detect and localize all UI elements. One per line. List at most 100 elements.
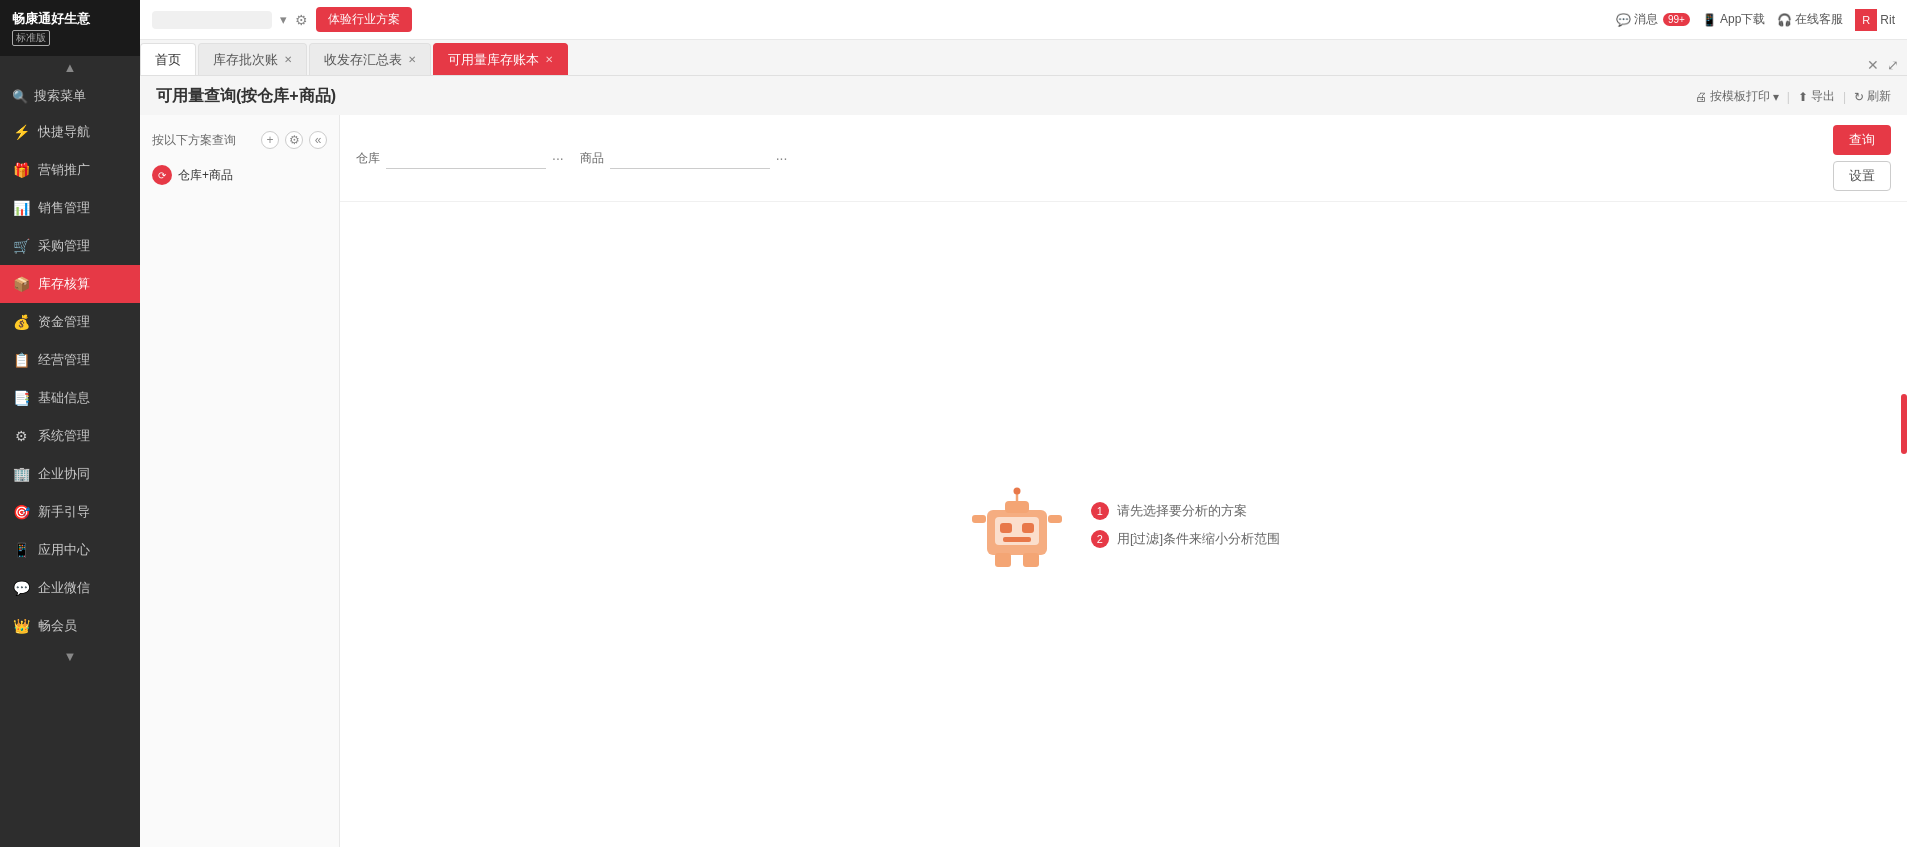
basic-icon: 📑 [12,389,30,407]
product-field: 商品 ··· [580,148,788,169]
empty-state: 1 请先选择要分析的方案 2 用[过滤]条件来缩小分析范围 [340,202,1907,847]
settings-scheme-button[interactable]: ⚙ [285,131,303,149]
sidebar-item-inventory[interactable]: 📦 库存核算 [0,265,140,303]
refresh-icon: ↻ [1854,90,1864,104]
export-button[interactable]: ⬆ 导出 [1798,88,1835,105]
warehouse-input[interactable] [386,148,546,169]
settings-button[interactable]: 设置 [1833,161,1891,191]
sidebar-item-label: 基础信息 [38,389,90,407]
page-title: 可用量查询(按仓库+商品) [156,86,336,107]
tab-batch-ledger-close[interactable]: ✕ [284,54,292,65]
app-download-button[interactable]: 📱 App下载 [1702,11,1765,28]
scheme-warehouse-product[interactable]: ⟳ 仓库+商品 [140,157,339,193]
svg-rect-9 [1023,553,1039,567]
sidebar-item-operations[interactable]: 📋 经营管理 [0,341,140,379]
scheme-icon: ⟳ [152,165,172,185]
warehouse-label: 仓库 [356,150,380,167]
export-label: 导出 [1811,88,1835,105]
tab-home-label: 首页 [155,51,181,69]
gear-icon[interactable]: ⚙ [295,12,308,28]
sidebar-item-wechat[interactable]: 💬 企业微信 [0,569,140,607]
collapse-scheme-button[interactable]: « [309,131,327,149]
sidebar-item-label: 采购管理 [38,237,90,255]
separator-2: | [1843,90,1846,104]
sidebar: 畅康通好生意 标准版 ▲ 🔍 搜索菜单 ⚡ 快捷导航 🎁 营销推广 📊 销售管理… [0,0,140,847]
sidebar-item-system[interactable]: ⚙ 系统管理 [0,417,140,455]
tab-inventory-summary[interactable]: 收发存汇总表 ✕ [309,43,431,75]
tab-inventory-summary-close[interactable]: ✕ [408,54,416,65]
tab-batch-ledger[interactable]: 库存批次账 ✕ [198,43,307,75]
add-scheme-button[interactable]: + [261,131,279,149]
tab-available-ledger[interactable]: 可用量库存账本 ✕ [433,43,568,75]
sidebar-item-purchase[interactable]: 🛒 采购管理 [0,227,140,265]
sidebar-item-sales[interactable]: 📊 销售管理 [0,189,140,227]
export-icon: ⬆ [1798,90,1808,104]
sidebar-scroll-up[interactable]: ▲ [0,56,140,79]
sidebar-item-finance[interactable]: 💰 资金管理 [0,303,140,341]
svg-rect-8 [995,553,1011,567]
enterprise-icon: 🏢 [12,465,30,483]
industry-solution-button[interactable]: 体验行业方案 [316,7,412,32]
sidebar-item-enterprise[interactable]: 🏢 企业协同 [0,455,140,493]
robot-svg [967,475,1067,575]
warehouse-more-icon[interactable]: ··· [552,150,564,166]
sidebar-item-search[interactable]: 🔍 搜索菜单 [0,79,140,113]
sidebar-item-newbie[interactable]: 🎯 新手引导 [0,493,140,531]
edition-badge: 标准版 [12,30,50,46]
wechat-icon: 💬 [12,579,30,597]
empty-illustration [967,475,1067,575]
svg-rect-11 [1048,515,1062,523]
app-name: 畅康通好生意 [12,10,128,28]
svg-rect-2 [1000,523,1012,533]
filter-actions: 查询 设置 [1833,125,1891,191]
sidebar-item-label: 新手引导 [38,503,90,521]
sales-icon: 📊 [12,199,30,217]
tip-num-1: 1 [1091,502,1109,520]
marketing-icon: 🎁 [12,161,30,179]
product-input[interactable] [610,148,770,169]
user-profile-button[interactable]: R Rit [1855,9,1895,31]
breadcrumb-input[interactable] [152,11,272,29]
empty-tip-2: 2 用[过滤]条件来缩小分析范围 [1091,530,1280,548]
sidebar-item-basic[interactable]: 📑 基础信息 [0,379,140,417]
sidebar-search-label: 搜索菜单 [34,87,86,105]
sidebar-item-quick-nav[interactable]: ⚡ 快捷导航 [0,113,140,151]
sidebar-item-apps[interactable]: 📱 应用中心 [0,531,140,569]
messages-button[interactable]: 💬 消息 99+ [1616,11,1690,28]
online-service-button[interactable]: 🎧 在线客服 [1777,11,1843,28]
print-chevron-icon[interactable]: ▾ [1773,90,1779,104]
empty-tips: 1 请先选择要分析的方案 2 用[过滤]条件来缩小分析范围 [1091,502,1280,548]
separator-1: | [1787,90,1790,104]
sidebar-scroll-down[interactable]: ▼ [0,645,140,668]
sidebar-item-label: 经营管理 [38,351,90,369]
print-template-button[interactable]: 🖨 按模板打印 ▾ [1695,88,1779,105]
side-scrollbar[interactable] [1901,394,1907,454]
user-name: Rit [1880,13,1895,27]
content-area: 按以下方案查询 + ⚙ « ⟳ 仓库+商品 仓库 ··· [140,115,1907,847]
main-area: ▾ ⚙ 体验行业方案 💬 消息 99+ 📱 App下载 🎧 在线客服 R Rit [140,0,1907,847]
sidebar-item-label: 资金管理 [38,313,90,331]
sidebar-item-member[interactable]: 👑 畅会员 [0,607,140,645]
filter-title-actions: + ⚙ « [261,131,327,149]
sidebar-item-label: 畅会员 [38,617,77,635]
sidebar-item-label: 库存核算 [38,275,90,293]
tab-home[interactable]: 首页 [140,43,196,75]
quick-nav-icon: ⚡ [12,123,30,141]
chevron-down-icon[interactable]: ▾ [280,12,287,27]
topbar: ▾ ⚙ 体验行业方案 💬 消息 99+ 📱 App下载 🎧 在线客服 R Rit [140,0,1907,40]
search-icon: 🔍 [12,89,28,104]
sidebar-item-marketing[interactable]: 🎁 营销推广 [0,151,140,189]
refresh-button[interactable]: ↻ 刷新 [1854,88,1891,105]
newbie-icon: 🎯 [12,503,30,521]
close-tab-button[interactable]: ✕ [1867,57,1879,73]
maximize-button[interactable]: ⤢ [1887,57,1899,73]
topbar-right: 💬 消息 99+ 📱 App下载 🎧 在线客服 R Rit [1616,9,1895,31]
product-more-icon[interactable]: ··· [776,150,788,166]
system-icon: ⚙ [12,427,30,445]
query-button[interactable]: 查询 [1833,125,1891,155]
tab-available-ledger-close[interactable]: ✕ [545,54,553,65]
app-download-label: App下载 [1720,11,1765,28]
scheme-label: 仓库+商品 [178,167,233,184]
operations-icon: 📋 [12,351,30,369]
tip-text-1: 请先选择要分析的方案 [1117,502,1247,520]
